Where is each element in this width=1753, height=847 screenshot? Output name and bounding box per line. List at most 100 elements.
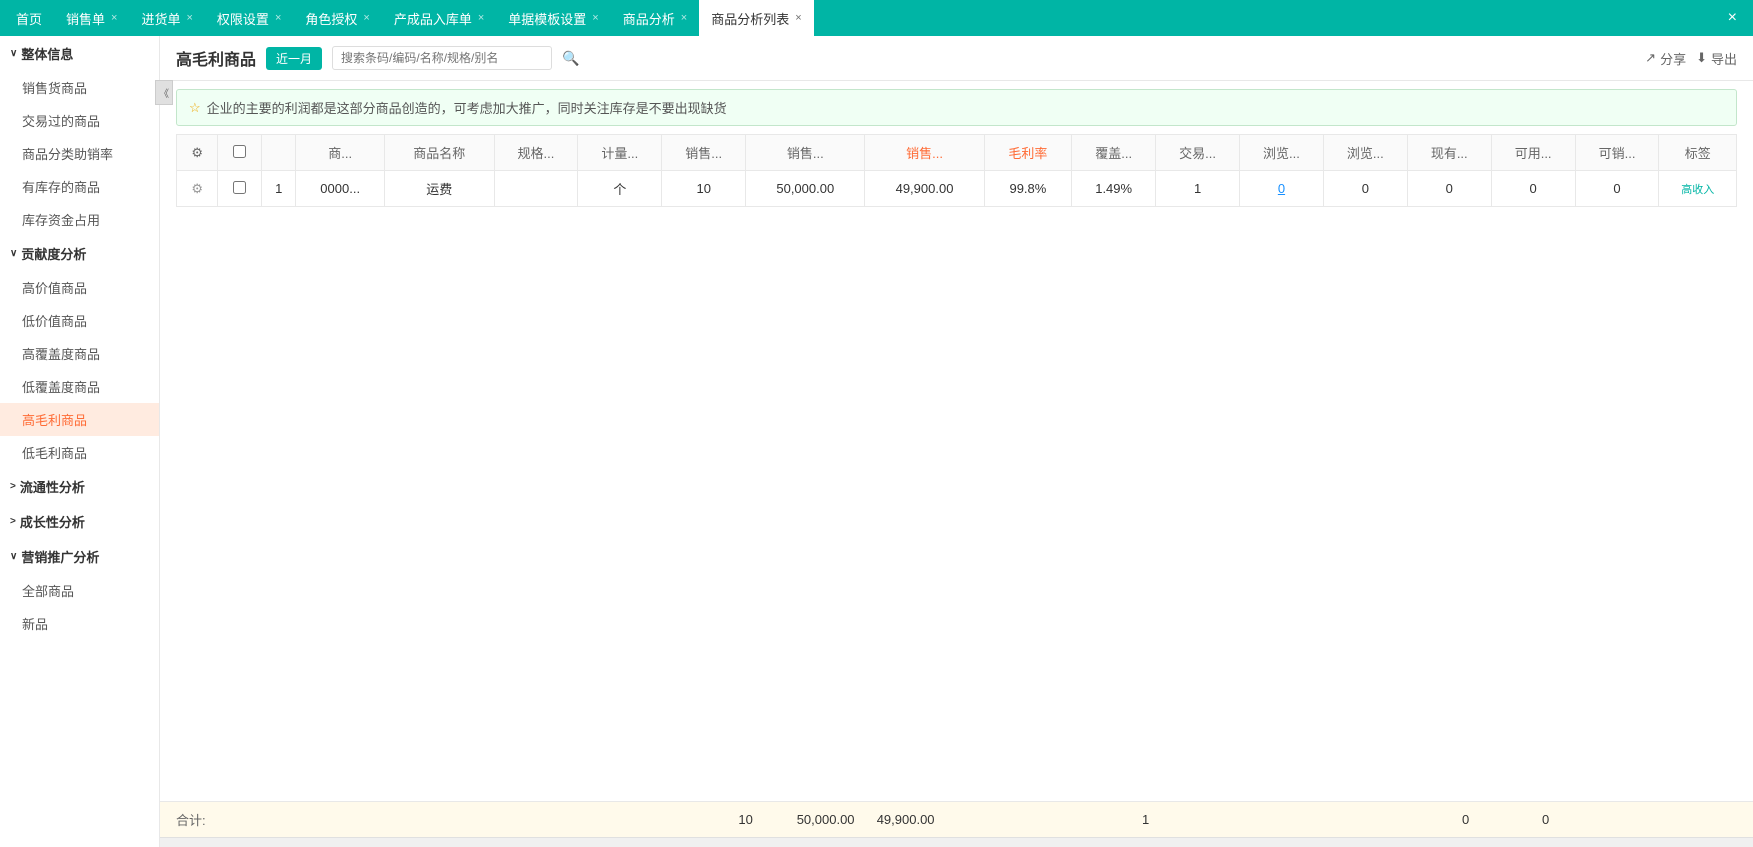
- nav-close-icon[interactable]: ×: [478, 12, 484, 24]
- date-filter-button[interactable]: 近一月: [266, 47, 322, 70]
- browse1-link[interactable]: 0: [1278, 181, 1285, 196]
- sidebar-item-低价值商品[interactable]: 低价值商品: [0, 304, 159, 337]
- col-header-gross_rate[interactable]: 毛利率: [984, 135, 1072, 171]
- cell-spec: [494, 171, 578, 207]
- row-settings-icon[interactable]: ⚙: [191, 181, 203, 196]
- cell-settings: ⚙: [177, 171, 218, 207]
- nav-close-icon[interactable]: ×: [363, 12, 369, 24]
- select-all-checkbox[interactable]: [233, 145, 246, 158]
- nav-item-销售单[interactable]: 销售单×: [54, 0, 129, 36]
- sidebar-item-库存资金占用[interactable]: 库存资金占用: [0, 203, 159, 236]
- search-input[interactable]: [332, 46, 552, 70]
- sidebar-item-高覆盖度商品[interactable]: 高覆盖度商品: [0, 337, 159, 370]
- chevron-icon: ∨: [10, 551, 17, 562]
- col-header-sales_profit[interactable]: 销售...: [865, 135, 984, 171]
- footer-cell-10: [1026, 812, 1106, 827]
- col-header-browse2[interactable]: 浏览...: [1323, 135, 1407, 171]
- col-header-spec[interactable]: 规格...: [494, 135, 578, 171]
- cell-transaction: 1: [1156, 171, 1240, 207]
- col-header-browse1[interactable]: 浏览...: [1240, 135, 1324, 171]
- sidebar-group-流通性分析[interactable]: >流通性分析: [0, 469, 159, 504]
- footer-cell-8: 49,900.00: [866, 812, 946, 827]
- col-header-sales_qty[interactable]: 销售...: [662, 135, 746, 171]
- footer-cell-4: [546, 812, 626, 827]
- cell-code: 0000...: [296, 171, 385, 207]
- col-header-num[interactable]: [262, 135, 296, 171]
- nav-item-进货单[interactable]: 进货单×: [129, 0, 204, 36]
- sidebar-toggle-button[interactable]: 《: [155, 80, 173, 105]
- sidebar-item-高毛利商品[interactable]: 高毛利商品: [0, 403, 159, 436]
- sidebar-group-营销推广分析[interactable]: ∨营销推广分析: [0, 539, 159, 574]
- footer-cell-3: [466, 812, 546, 827]
- sidebar-group-成长性分析[interactable]: >成长性分析: [0, 504, 159, 539]
- search-button[interactable]: 🔍: [562, 50, 579, 67]
- cell-gross_rate: 99.8%: [984, 171, 1072, 207]
- chevron-icon: ∨: [10, 248, 17, 259]
- col-header-checkbox[interactable]: [218, 135, 262, 171]
- nav-close-icon[interactable]: ×: [186, 12, 192, 24]
- cell-sales_qty: 10: [662, 171, 746, 207]
- close-window-icon[interactable]: ×: [1716, 9, 1749, 27]
- footer-cell-16: 0: [1506, 812, 1586, 827]
- nav-item-单据模板设置[interactable]: 单据模板设置×: [496, 0, 610, 36]
- cell-coverage: 1.49%: [1072, 171, 1156, 207]
- sidebar: ∨整体信息销售货商品交易过的商品商品分类助销率有库存的商品库存资金占用∨贡献度分…: [0, 36, 160, 847]
- nav-item-首页[interactable]: 首页: [4, 0, 54, 36]
- col-header-settings[interactable]: ⚙: [177, 135, 218, 171]
- footer-cell-17: [1586, 812, 1666, 827]
- cell-num: 1: [262, 171, 296, 207]
- nav-close-icon[interactable]: ×: [111, 12, 117, 24]
- main-layout: ∨整体信息销售货商品交易过的商品商品分类助销率有库存的商品库存资金占用∨贡献度分…: [0, 36, 1753, 847]
- col-header-saleable[interactable]: 可销...: [1575, 135, 1659, 171]
- sidebar-group-整体信息[interactable]: ∨整体信息: [0, 36, 159, 71]
- share-button[interactable]: ↗ 分享: [1645, 49, 1686, 68]
- scrollbar-area[interactable]: [160, 837, 1753, 847]
- sidebar-item-商品分类助销率[interactable]: 商品分类助销率: [0, 137, 159, 170]
- top-nav: 首页销售单×进货单×权限设置×角色授权×产成品入库单×单据模板设置×商品分析×商…: [0, 0, 1753, 36]
- sidebar-item-有库存的商品[interactable]: 有库存的商品: [0, 170, 159, 203]
- export-button[interactable]: ⬇ 导出: [1696, 49, 1737, 68]
- footer-cell-12: [1186, 812, 1266, 827]
- col-header-sales_amt[interactable]: 销售...: [746, 135, 865, 171]
- content-area: 高毛利商品 近一月 🔍 ↗ 分享 ⬇ 导出 ☆ 企业的主要的利润都是这部分商品创…: [160, 36, 1753, 847]
- sidebar-item-低覆盖度商品[interactable]: 低覆盖度商品: [0, 370, 159, 403]
- col-header-unit[interactable]: 计量...: [578, 135, 662, 171]
- sidebar-item-销售货商品[interactable]: 销售货商品: [0, 71, 159, 104]
- sidebar-item-高价值商品[interactable]: 高价值商品: [0, 271, 159, 304]
- nav-item-商品分析[interactable]: 商品分析×: [611, 0, 699, 36]
- sidebar-group-贡献度分析[interactable]: ∨贡献度分析: [0, 236, 159, 271]
- col-header-current[interactable]: 现有...: [1407, 135, 1491, 171]
- col-header-name[interactable]: 商品名称: [385, 135, 494, 171]
- nav-close-icon[interactable]: ×: [275, 12, 281, 24]
- footer-cell-9: [946, 812, 1026, 827]
- cell-sales_profit: 49,900.00: [865, 171, 984, 207]
- sidebar-item-低毛利商品[interactable]: 低毛利商品: [0, 436, 159, 469]
- nav-item-角色授权[interactable]: 角色授权×: [293, 0, 381, 36]
- nav-close-icon[interactable]: ×: [795, 12, 801, 24]
- sidebar-item-新品[interactable]: 新品: [0, 607, 159, 640]
- col-header-code[interactable]: 商...: [296, 135, 385, 171]
- content-header: 高毛利商品 近一月 🔍 ↗ 分享 ⬇ 导出: [160, 36, 1753, 81]
- table-container: ⚙商...商品名称规格...计量...销售...销售...销售...毛利率覆盖.…: [160, 134, 1753, 801]
- info-text: 企业的主要的利润都是这部分商品创造的，可考虑加大推广，同时关注库存是不要出现缺货: [207, 98, 727, 117]
- footer-summary: 合计: 1050,000.0049,900.00100: [160, 801, 1753, 837]
- footer-cell-2: [386, 812, 466, 827]
- col-header-transaction[interactable]: 交易...: [1156, 135, 1240, 171]
- cell-name: 运费: [385, 171, 494, 207]
- nav-item-商品分析列表[interactable]: 商品分析列表×: [699, 0, 813, 36]
- footer-label: 合计:: [176, 810, 206, 829]
- sidebar-item-交易过的商品[interactable]: 交易过的商品: [0, 104, 159, 137]
- nav-close-icon[interactable]: ×: [592, 12, 598, 24]
- col-header-tag[interactable]: 标签: [1659, 135, 1737, 171]
- row-checkbox[interactable]: [233, 181, 246, 194]
- col-header-coverage[interactable]: 覆盖...: [1072, 135, 1156, 171]
- cell-saleable: 0: [1575, 171, 1659, 207]
- col-header-available[interactable]: 可用...: [1491, 135, 1575, 171]
- nav-item-权限设置[interactable]: 权限设置×: [205, 0, 293, 36]
- cell-checkbox[interactable]: [218, 171, 262, 207]
- nav-close-icon[interactable]: ×: [681, 12, 687, 24]
- nav-item-产成品入库单[interactable]: 产成品入库单×: [382, 0, 496, 36]
- cell-available: 0: [1491, 171, 1575, 207]
- footer-cell-5: [626, 812, 706, 827]
- sidebar-item-全部商品[interactable]: 全部商品: [0, 574, 159, 607]
